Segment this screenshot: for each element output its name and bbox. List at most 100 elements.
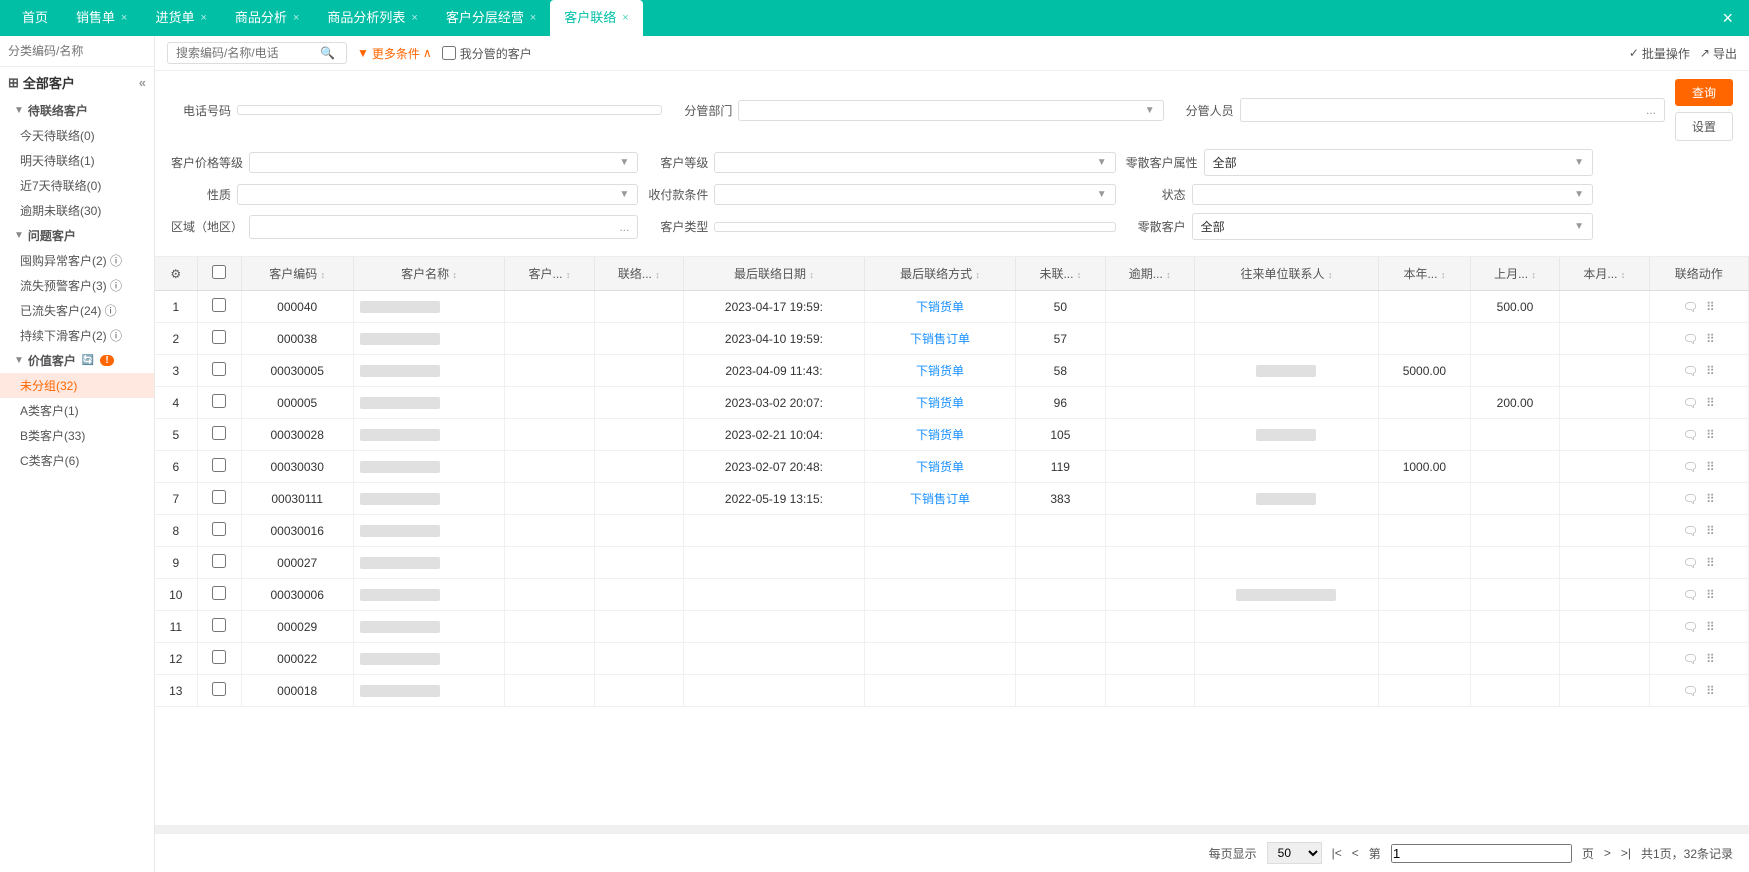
region-select[interactable]: ... bbox=[249, 215, 638, 239]
nav-home[interactable]: 首页 bbox=[8, 0, 62, 36]
more-action-icon[interactable]: ⠿ bbox=[1706, 364, 1715, 378]
row-checkbox[interactable] bbox=[212, 682, 226, 696]
row-checkbox[interactable] bbox=[212, 298, 226, 312]
last-way-link[interactable]: 下销货单 bbox=[916, 300, 964, 314]
sidebar-item-warning[interactable]: 流失预警客户(3) ⓘ bbox=[0, 273, 154, 298]
sidebar-item-class-b[interactable]: B类客户(33) bbox=[0, 423, 154, 448]
retail-attr-select[interactable]: 全部▼ bbox=[1204, 149, 1593, 176]
export-button[interactable]: ↗ 导出 bbox=[1700, 45, 1737, 62]
th-settings[interactable]: ⚙ bbox=[155, 257, 197, 291]
next-btn[interactable]: > bbox=[1604, 846, 1611, 860]
row-checkbox[interactable] bbox=[212, 586, 226, 600]
close-all-button[interactable]: × bbox=[1714, 8, 1741, 29]
customer-type-input[interactable] bbox=[714, 222, 1115, 232]
more-action-icon[interactable]: ⠿ bbox=[1706, 396, 1715, 410]
more-action-icon[interactable]: ⠿ bbox=[1706, 428, 1715, 442]
phone-action-icon[interactable]: 🗨 bbox=[1683, 364, 1698, 378]
payment-select[interactable]: ▼ bbox=[714, 184, 1115, 205]
nav-product-analysis[interactable]: 商品分析 × bbox=[221, 0, 313, 36]
sidebar-search-input[interactable] bbox=[8, 44, 155, 58]
last-way-link[interactable]: 下销货单 bbox=[916, 460, 964, 474]
sidebar-item-class-a[interactable]: A类客户(1) bbox=[0, 398, 154, 423]
main-search-input[interactable] bbox=[176, 46, 316, 60]
th-contact[interactable]: 联络... ↕ bbox=[594, 257, 683, 291]
last-way-link[interactable]: 下销售订单 bbox=[910, 492, 970, 506]
search-icon[interactable]: 🔍 bbox=[320, 46, 335, 60]
prev-btn[interactable]: < bbox=[1352, 846, 1359, 860]
phone-action-icon[interactable]: 🗨 bbox=[1683, 332, 1698, 346]
nav-customer-contact[interactable]: 客户联络 × bbox=[550, 0, 642, 36]
phone-action-icon[interactable]: 🗨 bbox=[1683, 620, 1698, 634]
page-input[interactable] bbox=[1391, 844, 1572, 863]
row-checkbox[interactable] bbox=[212, 618, 226, 632]
nav-customer-layer[interactable]: 客户分层经营 × bbox=[432, 0, 550, 36]
th-overdue[interactable]: 逾期... ↕ bbox=[1105, 257, 1194, 291]
row-checkbox[interactable] bbox=[212, 490, 226, 504]
per-page-select[interactable]: 50 100 bbox=[1267, 842, 1322, 864]
pending-contact-group[interactable]: ▼ 待联络客户 bbox=[0, 98, 154, 123]
nature-select[interactable]: ▼ bbox=[237, 184, 638, 205]
sidebar-item-class-c[interactable]: C类客户(6) bbox=[0, 448, 154, 473]
more-action-icon[interactable]: ⠿ bbox=[1706, 588, 1715, 602]
th-type[interactable]: 客户... ↕ bbox=[505, 257, 594, 291]
th-last-date[interactable]: 最后联络日期 ↕ bbox=[683, 257, 864, 291]
close-customer-contact-tab[interactable]: × bbox=[622, 0, 628, 36]
retail-customer-select[interactable]: 全部▼ bbox=[1192, 213, 1593, 240]
phone-action-icon[interactable]: 🗨 bbox=[1683, 396, 1698, 410]
reset-button[interactable]: 设置 bbox=[1675, 112, 1733, 141]
row-checkbox[interactable] bbox=[212, 522, 226, 536]
row-checkbox[interactable] bbox=[212, 554, 226, 568]
phone-action-icon[interactable]: 🗨 bbox=[1683, 556, 1698, 570]
value-customers-group[interactable]: ▼ 价值客户 🔄 ! bbox=[0, 348, 154, 373]
more-action-icon[interactable]: ⠿ bbox=[1706, 300, 1715, 314]
sidebar-item-overdue[interactable]: 逾期未联络(30) bbox=[0, 198, 154, 223]
more-action-icon[interactable]: ⠿ bbox=[1706, 556, 1715, 570]
price-grade-select[interactable]: ▼ bbox=[249, 152, 638, 173]
phone-action-icon[interactable]: 🗨 bbox=[1683, 460, 1698, 474]
phone-action-icon[interactable]: 🗨 bbox=[1683, 684, 1698, 698]
phone-action-icon[interactable]: 🗨 bbox=[1683, 652, 1698, 666]
horizontal-scrollbar[interactable] bbox=[155, 825, 1749, 833]
row-checkbox[interactable] bbox=[212, 650, 226, 664]
th-name[interactable]: 客户名称 ↕ bbox=[353, 257, 505, 291]
phone-action-icon[interactable]: 🗨 bbox=[1683, 428, 1698, 442]
phone-input[interactable] bbox=[237, 105, 662, 115]
last-way-link[interactable]: 下销货单 bbox=[916, 396, 964, 410]
close-product-list-tab[interactable]: × bbox=[411, 0, 417, 36]
all-customers-header[interactable]: ⊞ 全部客户 « bbox=[0, 67, 154, 98]
sidebar-item-tomorrow[interactable]: 明天待联络(1) bbox=[0, 148, 154, 173]
phone-action-icon[interactable]: 🗨 bbox=[1683, 588, 1698, 602]
query-button[interactable]: 查询 bbox=[1675, 79, 1733, 106]
sidebar-item-abnormal[interactable]: 囤购异常客户(2) ⓘ bbox=[0, 248, 154, 273]
collapse-sidebar-icon[interactable]: « bbox=[139, 75, 146, 90]
phone-action-icon[interactable]: 🗨 bbox=[1683, 300, 1698, 314]
nav-product-list[interactable]: 商品分析列表 × bbox=[313, 0, 431, 36]
th-last-month[interactable]: 上月... ↕ bbox=[1470, 257, 1559, 291]
more-action-icon[interactable]: ⠿ bbox=[1706, 524, 1715, 538]
close-sales-tab[interactable]: × bbox=[121, 0, 127, 36]
last-way-link[interactable]: 下销货单 bbox=[916, 428, 964, 442]
th-code[interactable]: 客户编码 ↕ bbox=[241, 257, 353, 291]
dept-select[interactable]: ▼ bbox=[738, 100, 1163, 121]
sidebar-item-unclassified[interactable]: 未分组(32) bbox=[0, 373, 154, 398]
more-action-icon[interactable]: ⠿ bbox=[1706, 652, 1715, 666]
th-this-month[interactable]: 本月... ↕ bbox=[1560, 257, 1649, 291]
last-way-link[interactable]: 下销售订单 bbox=[910, 332, 970, 346]
th-year[interactable]: 本年... ↕ bbox=[1378, 257, 1470, 291]
row-checkbox[interactable] bbox=[212, 458, 226, 472]
phone-action-icon[interactable]: 🗨 bbox=[1683, 492, 1698, 506]
close-product-tab[interactable]: × bbox=[293, 0, 299, 36]
row-checkbox[interactable] bbox=[212, 330, 226, 344]
phone-action-icon[interactable]: 🗨 bbox=[1683, 524, 1698, 538]
sidebar-item-today[interactable]: 今天待联络(0) bbox=[0, 123, 154, 148]
close-purchase-tab[interactable]: × bbox=[200, 0, 206, 36]
sidebar-item-lost[interactable]: 已流失客户(24) ⓘ bbox=[0, 298, 154, 323]
th-last-way[interactable]: 最后联络方式 ↕ bbox=[864, 257, 1015, 291]
more-action-icon[interactable]: ⠿ bbox=[1706, 684, 1715, 698]
sidebar-item-7days[interactable]: 近7天待联络(0) bbox=[0, 173, 154, 198]
th-checkbox[interactable] bbox=[197, 257, 241, 291]
more-action-icon[interactable]: ⠿ bbox=[1706, 492, 1715, 506]
last-way-link[interactable]: 下销货单 bbox=[916, 364, 964, 378]
nav-sales[interactable]: 销售单 × bbox=[62, 0, 141, 36]
prev-prev-btn[interactable]: |< bbox=[1332, 846, 1342, 860]
